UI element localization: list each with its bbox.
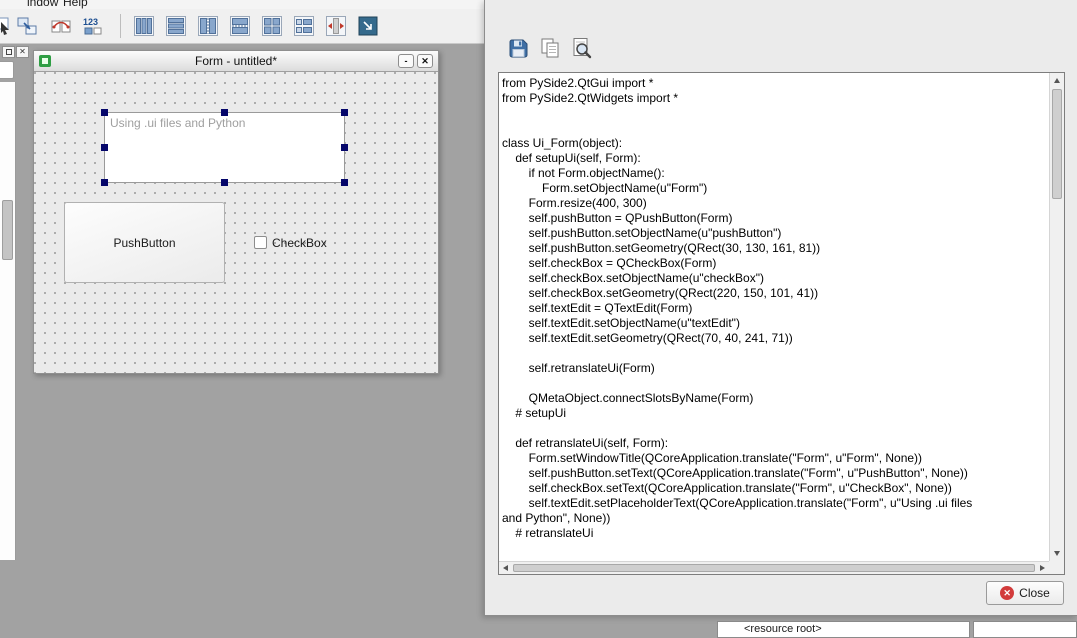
checkbox-indicator [254,236,267,249]
code-line: Form.setObjectName(u"Form") [502,181,1050,196]
code-line: # retranslateUi [502,526,1050,541]
resource-list-fragment [973,621,1077,638]
code-line [502,421,1050,436]
horizontal-scrollbar[interactable] [499,561,1049,574]
code-line: self.retranslateUi(Form) [502,361,1050,376]
edit-widgets-icon[interactable] [0,15,13,37]
code-line: self.pushButton = QPushButton(Form) [502,211,1050,226]
close-dialog-button[interactable]: ✕ Close [986,581,1064,605]
checkbox-label: CheckBox [272,236,327,250]
float-icon [6,49,12,55]
pushbutton-label: PushButton [113,236,175,250]
selection-handle[interactable] [221,179,228,186]
menu-window[interactable]: indow [27,0,58,9]
adjust-size-icon[interactable] [357,15,379,37]
copy-icon[interactable] [538,36,562,60]
form-editor-window: Form - untitled* - ✕ Using .ui files and… [33,50,439,374]
main-toolbar: 123 [0,9,484,44]
code-line: Form.resize(400, 300) [502,196,1050,211]
form-canvas[interactable]: Using .ui files and Python PushButton Ch… [34,72,438,373]
code-line: # setupUi [502,406,1050,421]
code-line: from PySide2.QtWidgets import * [502,91,1050,106]
code-line: self.checkBox.setGeometry(QRect(220, 150… [502,286,1050,301]
close-icon: ✕ [19,47,26,56]
code-line: self.checkBox = QCheckBox(Form) [502,256,1050,271]
scrollbar-thumb[interactable] [1052,89,1062,199]
scroll-right-icon[interactable] [1040,565,1045,571]
scrollbar-thumb[interactable] [2,200,13,260]
selection-handle[interactable] [101,179,108,186]
close-button[interactable]: ✕ [417,54,433,68]
textedit-placeholder: Using .ui files and Python [110,116,245,130]
vertical-scrollbar[interactable] [1049,73,1064,561]
menu-help[interactable]: Help [63,0,88,9]
code-line: if not Form.objectName(): [502,166,1050,181]
code-line: self.checkBox.setText(QCoreApplication.t… [502,481,1050,496]
code-text: from PySide2.QtGui import *from PySide2.… [502,76,1050,560]
scrollbar-corner [1049,561,1064,574]
selection-handle[interactable] [221,109,228,116]
widgetbox-scrollbar[interactable] [0,82,16,560]
resource-root-item[interactable]: <resource root> [718,622,969,636]
code-line: self.textEdit.setGeometry(QRect(70, 40, … [502,331,1050,346]
menu-bar: indow Help [0,0,484,9]
code-line: self.textEdit.setObjectName(u"textEdit") [502,316,1050,331]
dock-close-button[interactable]: ✕ [16,46,29,58]
find-icon[interactable] [570,36,594,60]
code-line [502,346,1050,361]
code-line: from PySide2.QtGui import * [502,76,1050,91]
python-code-dialog: from PySide2.QtGui import *from PySide2.… [484,0,1077,616]
toolbar-separator [120,14,121,38]
widget-filter-input[interactable] [0,61,14,79]
layout-grid-icon[interactable] [261,15,283,37]
form-window-title: Form - untitled* [34,51,438,71]
layout-horizontal-icon[interactable] [133,15,155,37]
code-line: self.textEdit.setPlaceholderText(QCoreAp… [502,496,1050,511]
selection-handle[interactable] [341,109,348,116]
scroll-up-icon[interactable] [1054,78,1060,83]
code-line: class Ui_Form(object): [502,136,1050,151]
selection-handle[interactable] [101,144,108,151]
scroll-down-icon[interactable] [1054,551,1060,556]
code-line: self.pushButton.setGeometry(QRect(30, 13… [502,241,1050,256]
scroll-left-icon[interactable] [503,565,508,571]
code-line: def setupUi(self, Form): [502,151,1050,166]
code-line: self.textEdit = QTextEdit(Form) [502,301,1050,316]
code-line: QMetaObject.connectSlotsByName(Form) [502,391,1050,406]
close-circle-icon: ✕ [1000,586,1014,600]
pushbutton-widget[interactable]: PushButton [64,202,225,283]
selection-handle[interactable] [341,144,348,151]
code-line [502,121,1050,136]
close-button-label: Close [1019,586,1050,600]
layout-splitter-horizontal-icon[interactable] [197,15,219,37]
code-line: self.pushButton.setText(QCoreApplication… [502,466,1050,481]
code-line: Form.setWindowTitle(QCoreApplication.tra… [502,451,1050,466]
code-line [502,106,1050,121]
layout-splitter-vertical-icon[interactable] [229,15,251,37]
edit-buddies-icon[interactable] [50,15,72,37]
qt-designer-screen: indow Help 123 [0,0,1077,638]
form-titlebar[interactable]: Form - untitled* - ✕ [34,51,438,72]
code-line [502,376,1050,391]
code-line: def retranslateUi(self, Form): [502,436,1050,451]
edit-signals-slots-icon[interactable] [16,15,38,37]
minimize-button[interactable]: - [398,54,414,68]
break-layout-icon[interactable] [325,15,347,37]
scrollbar-thumb[interactable] [513,564,1035,572]
resource-tree-fragment: <resource root> [717,621,970,638]
selection-handle[interactable] [341,179,348,186]
layout-form-icon[interactable] [293,15,315,37]
selection-handle[interactable] [101,109,108,116]
edit-tab-order-icon[interactable]: 123 [82,15,104,37]
save-icon[interactable] [506,36,530,60]
textedit-widget[interactable]: Using .ui files and Python [104,112,345,183]
layout-vertical-icon[interactable] [165,15,187,37]
code-line: self.pushButton.setObjectName(u"pushButt… [502,226,1050,241]
checkbox-widget[interactable]: CheckBox [254,222,355,263]
svg-text:123: 123 [83,17,98,27]
dock-float-button[interactable] [2,46,15,58]
code-line: and Python", None)) [502,511,1050,526]
code-line: self.checkBox.setObjectName(u"checkBox") [502,271,1050,286]
code-view[interactable]: from PySide2.QtGui import *from PySide2.… [498,72,1065,575]
